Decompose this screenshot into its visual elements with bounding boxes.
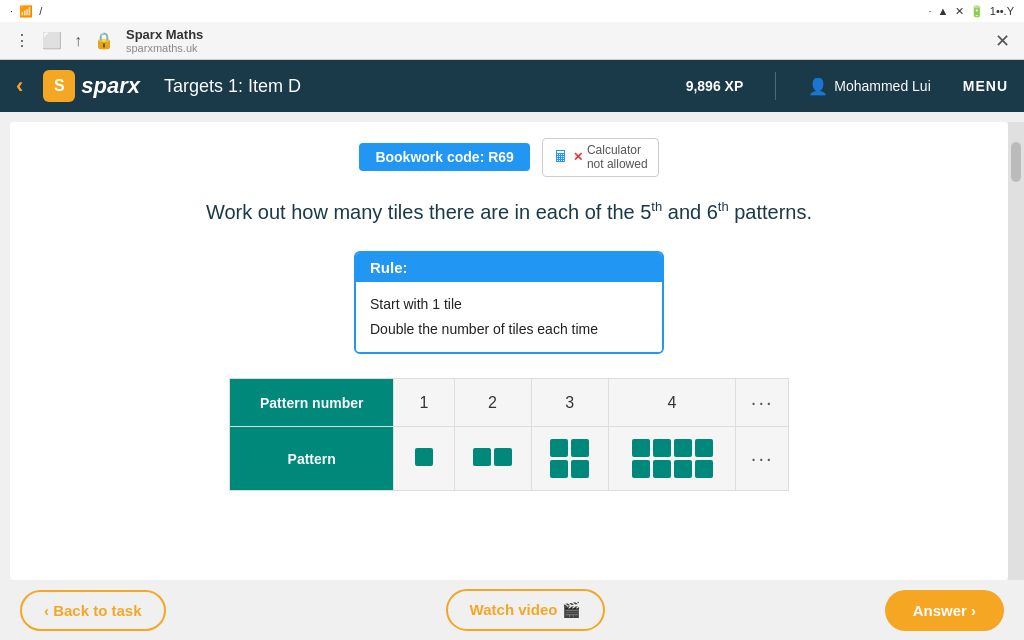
browser-menu-icon[interactable]: ⋮ xyxy=(14,31,30,50)
tile-row-4b xyxy=(632,460,713,478)
tile xyxy=(571,460,589,478)
browser-share-icon[interactable]: ↑ xyxy=(74,32,82,50)
user-icon: 👤 xyxy=(808,77,828,96)
tile-grid-3 xyxy=(550,439,589,478)
calc-label: Calculator xyxy=(587,143,648,157)
app-header: ‹ S sparx Targets 1: Item D 9,896 XP 👤 M… xyxy=(0,60,1024,112)
tile xyxy=(653,460,671,478)
browser-site-name: Sparx Maths xyxy=(126,27,203,42)
question-sup2: th xyxy=(718,199,729,214)
sparx-logo-text: sparx xyxy=(81,73,140,99)
pattern-number-header: Pattern number xyxy=(230,379,394,427)
browser-close-button[interactable]: ✕ xyxy=(995,30,1010,52)
pattern-cell-2 xyxy=(454,427,531,491)
tile-grid-4 xyxy=(632,439,713,478)
tile xyxy=(494,448,512,466)
sparx-logo: S sparx xyxy=(43,70,140,102)
status-right: · ▲ ✕ 🔋 1••.Y xyxy=(928,5,1014,18)
calculator-badge: 🖩 ✕ Calculator not allowed xyxy=(542,138,659,177)
status-icons: · ▲ ✕ 🔋 1••.Y xyxy=(928,5,1014,18)
question-part1: Work out how many tiles there are in eac… xyxy=(206,201,651,223)
scrollbar-handle[interactable] xyxy=(1011,142,1021,182)
pattern-label-header: Pattern xyxy=(230,427,394,491)
table-header-row: Pattern number 1 2 3 4 ··· xyxy=(230,379,789,427)
status-left: · 📶 / xyxy=(10,5,42,18)
watch-label: Watch video 🎬 xyxy=(470,601,581,619)
tile xyxy=(632,439,650,457)
pattern-col-dots: ··· xyxy=(736,427,789,491)
header-back-button[interactable]: ‹ xyxy=(16,73,23,99)
content-panel: Bookwork code: R69 🖩 ✕ Calculator not al… xyxy=(10,122,1008,580)
tile-grid-2 xyxy=(473,448,512,466)
rule-box: Rule: Start with 1 tile Double the numbe… xyxy=(354,251,664,354)
tile xyxy=(653,439,671,457)
tile-grid-1 xyxy=(415,448,433,466)
tile xyxy=(550,439,568,457)
tile-row-2 xyxy=(473,448,512,466)
tile-row-3a xyxy=(550,439,589,457)
tile xyxy=(695,460,713,478)
calculator-icon: 🖩 xyxy=(553,148,569,166)
tile xyxy=(674,460,692,478)
menu-button[interactable]: MENU xyxy=(963,78,1008,94)
xp-display: 9,896 XP xyxy=(686,78,744,94)
main-content: Bookwork code: R69 🖩 ✕ Calculator not al… xyxy=(0,112,1024,580)
num-col-2: 2 xyxy=(454,379,531,427)
answer-button[interactable]: Answer › xyxy=(885,590,1004,631)
tile xyxy=(571,439,589,457)
status-dots: · 📶 / xyxy=(10,5,42,18)
question-part2: and 6 xyxy=(662,201,718,223)
tile-row-3b xyxy=(550,460,589,478)
status-bar: · 📶 / · ▲ ✕ 🔋 1••.Y xyxy=(0,0,1024,22)
rule-body: Start with 1 tile Double the number of t… xyxy=(356,282,662,352)
pattern-cell-1 xyxy=(394,427,454,491)
bookwork-code: Bookwork code: R69 xyxy=(359,143,529,171)
browser-site-url: sparxmaths.uk xyxy=(126,42,203,54)
browser-left: ⋮ ⬜ ↑ 🔒 Sparx Maths sparxmaths.uk xyxy=(14,27,203,54)
table-pattern-row: Pattern xyxy=(230,427,789,491)
bottom-bar: ‹ Back to task Watch video 🎬 Answer › xyxy=(0,580,1024,640)
tile xyxy=(674,439,692,457)
num-col-dots: ··· xyxy=(736,379,789,427)
tile xyxy=(415,448,433,466)
header-divider xyxy=(775,72,776,100)
bookwork-bar: Bookwork code: R69 🖩 ✕ Calculator not al… xyxy=(34,138,984,177)
calc-text: Calculator not allowed xyxy=(587,143,648,172)
question-text: Work out how many tiles there are in eac… xyxy=(34,197,984,227)
tile-row-4a xyxy=(632,439,713,457)
browser-bar: ⋮ ⬜ ↑ 🔒 Sparx Maths sparxmaths.uk ✕ xyxy=(0,22,1024,60)
num-col-3: 3 xyxy=(531,379,608,427)
browser-lock-icon: 🔒 xyxy=(94,31,114,50)
num-col-4: 4 xyxy=(608,379,736,427)
rule-line2: Double the number of tiles each time xyxy=(370,317,648,342)
user-name: Mohammed Lui xyxy=(834,78,931,94)
pattern-table: Pattern number 1 2 3 4 ··· Pattern xyxy=(229,378,789,491)
question-part3: patterns. xyxy=(729,201,812,223)
pattern-cell-3 xyxy=(531,427,608,491)
tile-row-1 xyxy=(415,448,433,466)
back-to-task-button[interactable]: ‹ Back to task xyxy=(20,590,166,631)
watch-video-button[interactable]: Watch video 🎬 xyxy=(446,589,605,631)
tile xyxy=(695,439,713,457)
rule-line1: Start with 1 tile xyxy=(370,292,648,317)
rule-header: Rule: xyxy=(356,253,662,282)
pattern-cell-4 xyxy=(608,427,736,491)
answer-label: Answer › xyxy=(913,602,976,619)
question-sup1: th xyxy=(651,199,662,214)
calc-x-icon: ✕ xyxy=(573,150,583,164)
back-label: ‹ Back to task xyxy=(44,602,142,619)
browser-site-info: Sparx Maths sparxmaths.uk xyxy=(126,27,203,54)
user-info: 👤 Mohammed Lui xyxy=(808,77,931,96)
tile xyxy=(632,460,650,478)
browser-tab-icon[interactable]: ⬜ xyxy=(42,31,62,50)
num-col-1: 1 xyxy=(394,379,454,427)
tile xyxy=(473,448,491,466)
page-title: Targets 1: Item D xyxy=(164,76,301,97)
tile xyxy=(550,460,568,478)
scrollbar[interactable] xyxy=(1008,122,1024,580)
sparx-logo-icon: S xyxy=(43,70,75,102)
calc-status: not allowed xyxy=(587,157,648,171)
